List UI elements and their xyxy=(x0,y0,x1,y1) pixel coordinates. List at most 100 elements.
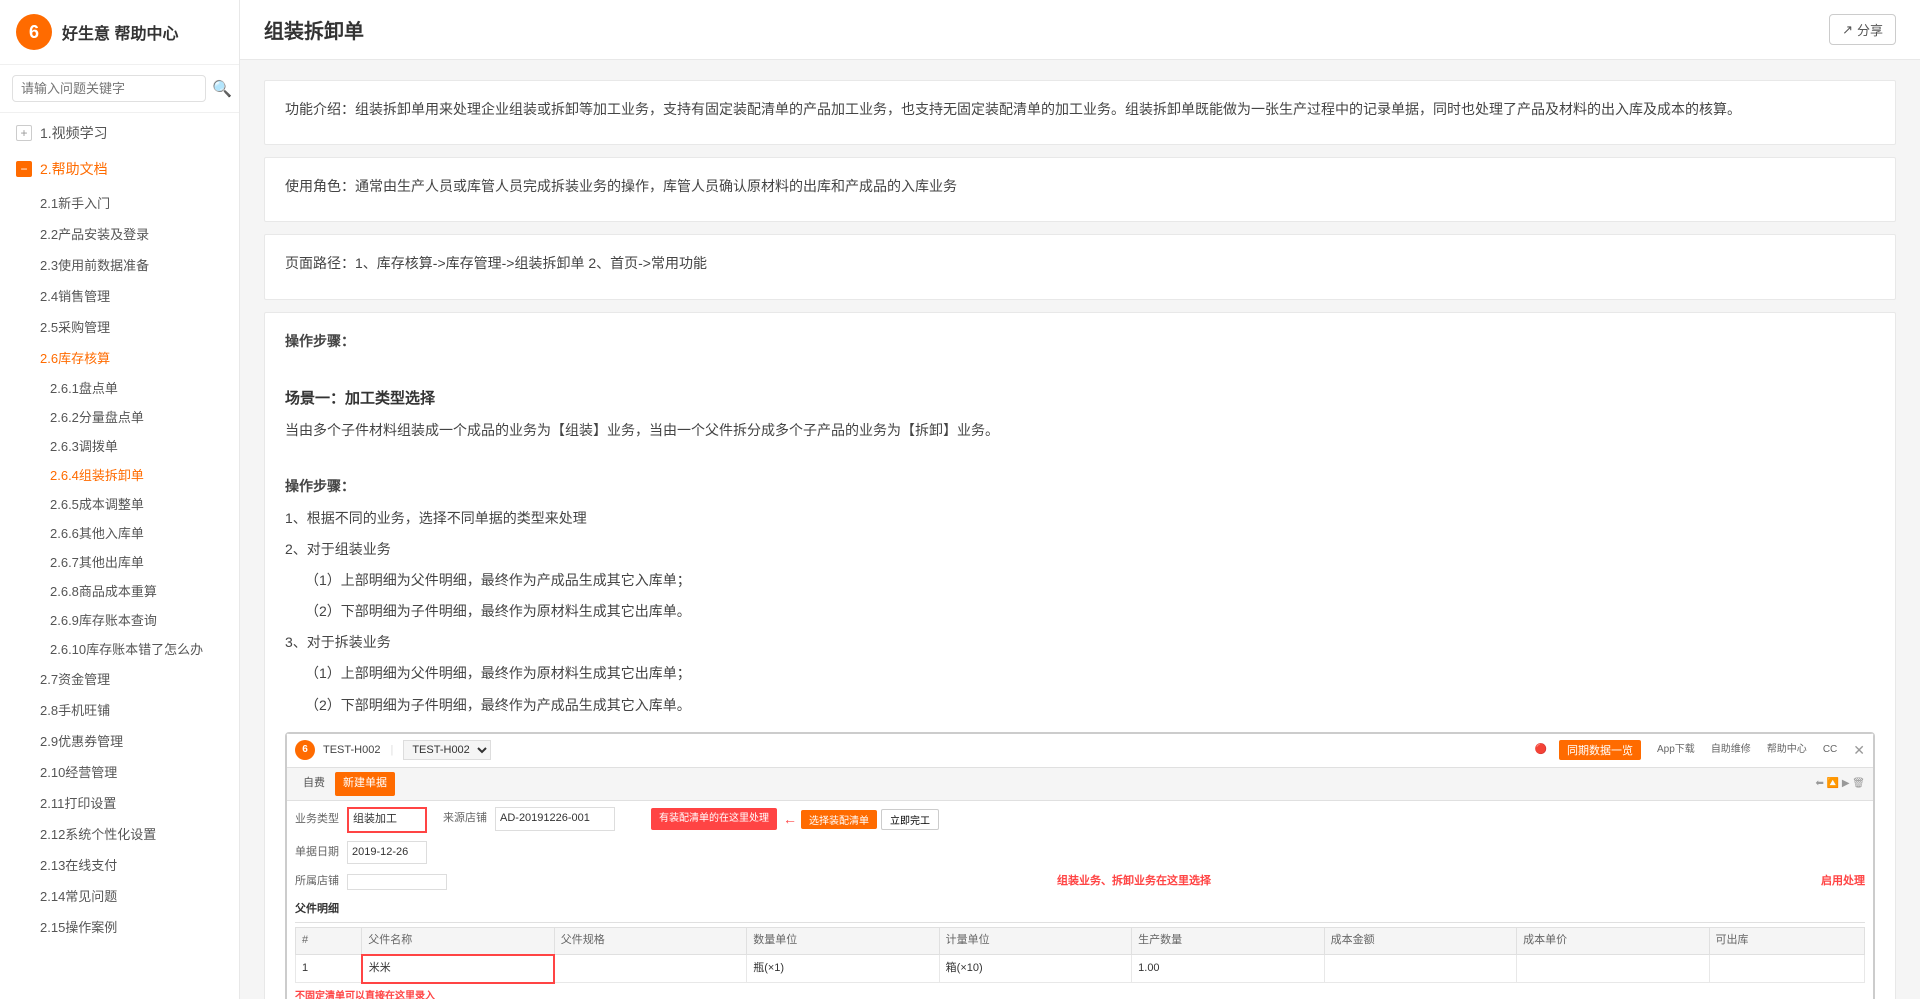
sidebar-item-print-label: 2.11打印设置 xyxy=(40,793,116,812)
role-block: 使用角色：通常由生产人员或库管人员完成拆装业务的操作，库管人员确认原材料的出库和… xyxy=(264,157,1896,222)
form-row-main: 业务类型 组装加工 单据日期 2019-12-26 来源店 xyxy=(295,807,1865,869)
step2: 2、对于组装业务 xyxy=(285,537,1875,562)
upper-cell-measure: 箱(×10) xyxy=(939,955,1131,983)
sidebar-item-other-in-label: 2.6.6其他入库单 xyxy=(50,526,144,541)
confirm-btn[interactable]: 立即完工 xyxy=(881,809,939,830)
sidebar-item-sales[interactable]: 2.4销售管理 xyxy=(0,280,239,311)
sidebar-item-finance[interactable]: 2.7资金管理 xyxy=(0,663,239,694)
tab-self[interactable]: 自费 xyxy=(295,772,333,796)
expand-icon: + xyxy=(16,125,32,141)
sidebar-item-adjust[interactable]: 2.6.3调拨单 xyxy=(0,431,239,460)
form-area: 业务类型 组装加工 单据日期 2019-12-26 来源店 xyxy=(287,801,1873,999)
sidebar-item-goods-cost[interactable]: 2.6.8商品成本重算 xyxy=(0,576,239,605)
collapse-icon: − xyxy=(16,161,32,177)
sidebar-item-operation[interactable]: 2.10经营管理 xyxy=(0,756,239,787)
sidebar-item-prepare-label: 2.3使用前数据准备 xyxy=(40,255,149,274)
sidebar: 6 好生意 帮助中心 🔍 + 1.视频学习 − 2.帮助文档 2.1新手入门 2… xyxy=(0,0,240,999)
intro-block: 功能介绍：组装拆卸单用来处理企业组装或拆卸等加工业务，支持有固定装配清单的产品加… xyxy=(264,80,1896,145)
upper-cell-outstock xyxy=(1709,955,1864,983)
screenshot-container: 6 TEST-H002 | TEST-H002 🔴 同期数据一览 App下载 自… xyxy=(285,732,1875,999)
sidebar-item-install-label: 2.2产品安装及登录 xyxy=(40,224,149,243)
logo-area: 6 好生意 帮助中心 xyxy=(0,0,239,65)
step1: 1、根据不同的业务，选择不同单据的类型来处理 xyxy=(285,506,1875,531)
sidebar-item-prepare[interactable]: 2.3使用前数据准备 xyxy=(0,249,239,280)
search-icon[interactable]: 🔍 xyxy=(212,79,232,99)
logo-text: 好生意 帮助中心 xyxy=(62,20,178,44)
annotation-bubble-1: 有装配清单的在这里处理 xyxy=(651,808,777,830)
sidebar-item-docs[interactable]: − 2.帮助文档 xyxy=(0,151,239,187)
sidebar-item-stock-query-label: 2.6.9库存账本查询 xyxy=(50,613,157,628)
sidebar-item-inventory[interactable]: 2.6库存核算 xyxy=(0,342,239,373)
share-button[interactable]: ↗ 分享 xyxy=(1829,14,1896,45)
sidebar-item-purchase-label: 2.5采购管理 xyxy=(40,317,110,336)
tab-new[interactable]: 新建单据 xyxy=(335,772,395,796)
sidebar-item-payment[interactable]: 2.13在线支付 xyxy=(0,849,239,880)
sidebar-item-goods-cost-label: 2.6.8商品成本重算 xyxy=(50,584,157,599)
date-row: 单据日期 2019-12-26 xyxy=(295,841,427,865)
select-assembly-btn[interactable]: 选择装配清单 xyxy=(801,810,877,829)
share-label: 分享 xyxy=(1857,20,1883,39)
upper-col-name: 父件名称 xyxy=(362,927,554,954)
org-input[interactable] xyxy=(347,874,447,890)
upper-col-measure: 计量单位 xyxy=(939,927,1131,954)
sidebar-item-stock-query[interactable]: 2.6.9库存账本查询 xyxy=(0,605,239,634)
sidebar-item-cases[interactable]: 2.15操作案例 xyxy=(0,911,239,942)
page-header: 组装拆卸单 ↗ 分享 xyxy=(240,0,1920,60)
sidebar-item-coupon-label: 2.9优惠券管理 xyxy=(40,731,123,750)
step3-1: （1）上部明细为父件明细，最终作为原材料生成其它出库单； xyxy=(285,661,1875,686)
sidebar-item-other-out[interactable]: 2.6.7其他出库单 xyxy=(0,547,239,576)
scene1-label: 场景一：加工类型选择 xyxy=(285,385,1875,412)
org-label: 所属店铺 xyxy=(295,872,339,892)
sidebar-item-video-label: 1.视频学习 xyxy=(40,123,108,143)
sidebar-item-newcomer[interactable]: 2.1新手入门 xyxy=(0,187,239,218)
sidebar-item-payment-label: 2.13在线支付 xyxy=(40,855,117,874)
step2-1: （1）上部明细为父件明细，最终作为产成品生成其它入库单； xyxy=(285,568,1875,593)
upper-col-outstock: 可出库 xyxy=(1709,927,1864,954)
sidebar-item-other-out-label: 2.6.7其他出库单 xyxy=(50,555,144,570)
sidebar-item-newcomer-label: 2.1新手入门 xyxy=(40,193,110,212)
sync-button[interactable]: 同期数据一览 xyxy=(1559,740,1641,760)
sidebar-item-video[interactable]: + 1.视频学习 xyxy=(0,115,239,151)
search-input[interactable] xyxy=(12,75,206,102)
upper-col-qty: 生产数量 xyxy=(1132,927,1324,954)
share-icon: ↗ xyxy=(1842,22,1853,38)
company-name: TEST-H002 xyxy=(323,741,380,761)
sidebar-item-adjust-label: 2.6.3调拨单 xyxy=(50,439,118,454)
upper-col-seq: # xyxy=(296,927,362,954)
upper-table-header-label: 父件明细 xyxy=(295,900,1865,923)
upper-table-row: 1 米米 瓶(×1) 箱(×10) 1.00 xyxy=(296,955,1865,983)
sidebar-item-purchase[interactable]: 2.5采购管理 xyxy=(0,311,239,342)
sidebar-item-account-error-label: 2.6.10库存账本错了怎么办 xyxy=(50,642,203,657)
sidebar-item-faq[interactable]: 2.14常见问题 xyxy=(0,880,239,911)
sidebar-item-coupon[interactable]: 2.9优惠券管理 xyxy=(0,725,239,756)
sidebar-item-stocktake[interactable]: 2.6.1盘点单 xyxy=(0,373,239,402)
sidebar-item-mobile[interactable]: 2.8手机旺铺 xyxy=(0,694,239,725)
sidebar-item-custom-label: 2.12系统个性化设置 xyxy=(40,824,156,843)
sidebar-item-other-in[interactable]: 2.6.6其他入库单 xyxy=(0,518,239,547)
sidebar-item-assembly[interactable]: 2.6.4组装拆卸单 xyxy=(0,460,239,489)
type-value[interactable]: 组装加工 xyxy=(347,807,427,833)
sidebar-item-cost[interactable]: 2.6.5成本调整单 xyxy=(0,489,239,518)
date-value[interactable]: 2019-12-26 xyxy=(347,841,427,865)
sidebar-item-faq-label: 2.14常见问题 xyxy=(40,886,117,905)
path-text: 页面路径：1、库存核算->库存管理->组装拆卸单 2、首页->常用功能 xyxy=(285,251,1875,276)
role-text: 使用角色：通常由生产人员或库管人员完成拆装业务的操作，库管人员确认原材料的出库和… xyxy=(285,174,1875,199)
company-select[interactable]: TEST-H002 xyxy=(403,740,491,760)
logo-icon: 6 xyxy=(16,14,52,50)
annotation-area: 有装配清单的在这里处理 ← 选择装配清单 立即完工 xyxy=(651,807,939,832)
sidebar-item-install[interactable]: 2.2产品安装及登录 xyxy=(0,218,239,249)
upper-cell-cost-unit xyxy=(1517,955,1709,983)
step2-2: （2）下部明细为子件明细，最终作为原材料生成其它出库单。 xyxy=(285,599,1875,624)
search-area[interactable]: 🔍 xyxy=(0,65,239,113)
sidebar-item-print[interactable]: 2.11打印设置 xyxy=(0,787,239,818)
sidebar-item-custom[interactable]: 2.12系统个性化设置 xyxy=(0,818,239,849)
sidebar-item-partial[interactable]: 2.6.2分量盘点单 xyxy=(0,402,239,431)
source-value: AD-20191226-001 xyxy=(495,807,615,831)
intro-text: 功能介绍：组装拆卸单用来处理企业组装或拆卸等加工业务，支持有固定装配清单的产品加… xyxy=(285,97,1875,122)
sidebar-item-account-error[interactable]: 2.6.10库存账本错了怎么办 xyxy=(0,634,239,663)
app-topbar: 6 TEST-H002 | TEST-H002 🔴 同期数据一览 App下载 自… xyxy=(287,734,1873,768)
scene1-desc: 当由多个子件材料组装成一个成品的业务为【组装】业务，当由一个父件拆分成多个子产品… xyxy=(285,418,1875,443)
content-area: 功能介绍：组装拆卸单用来处理企业组装或拆卸等加工业务，支持有固定装配清单的产品加… xyxy=(240,60,1920,999)
steps-label: 操作步骤： xyxy=(285,329,1875,354)
upper-cell-qty: 1.00 xyxy=(1132,955,1324,983)
